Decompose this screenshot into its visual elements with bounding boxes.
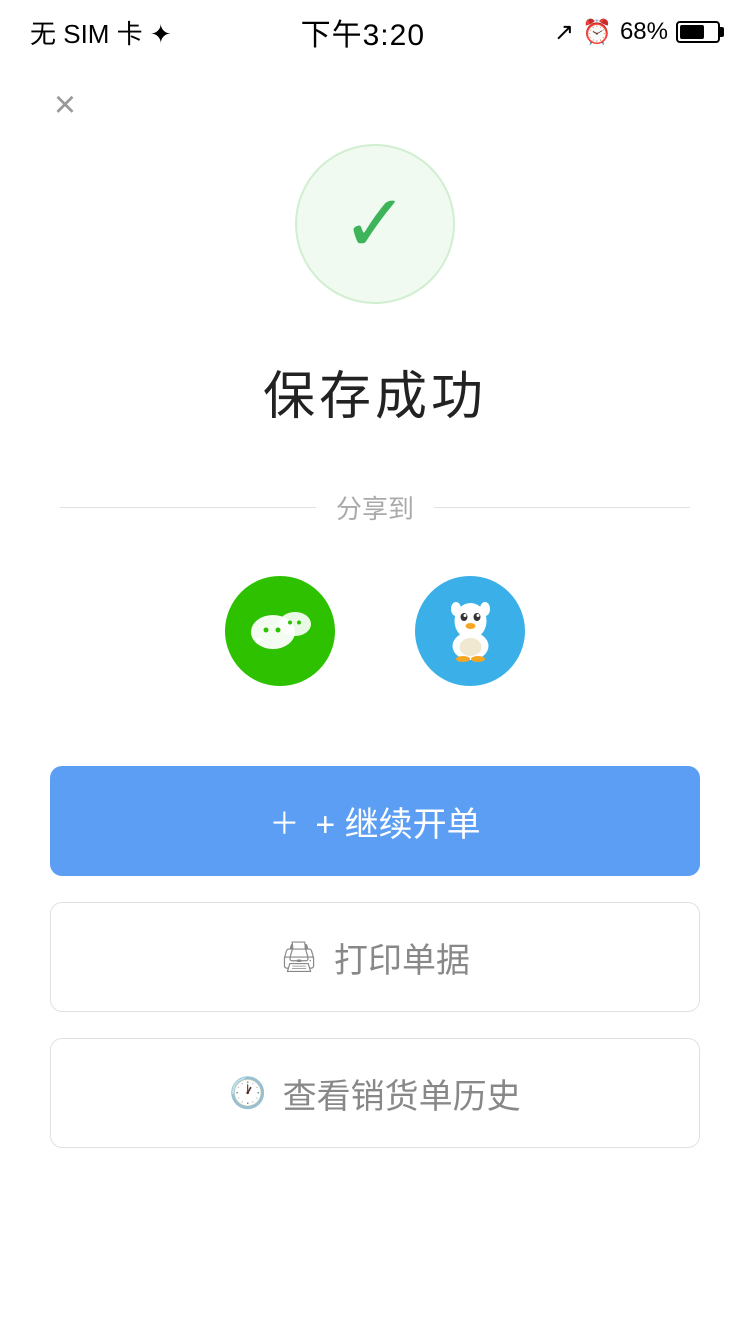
battery-icon (676, 21, 720, 43)
status-bar: 无 SIM 卡 ✦ 下午3:20 ↗ ⏰ 68% (0, 0, 750, 64)
success-circle: ✓ (295, 144, 455, 304)
alarm-icon: ⏰ (582, 18, 612, 47)
plus-icon: ＋ (269, 799, 299, 843)
history-label: 查看销货单历史 (283, 1069, 521, 1118)
action-buttons: ＋ + 继续开单 🖨 打印单据 🕐 查看销货单历史 (0, 766, 750, 1148)
main-content: ✓ 保存成功 分享到 (0, 64, 750, 1148)
close-button[interactable]: × (40, 80, 90, 130)
continue-button[interactable]: ＋ + 继续开单 (50, 766, 700, 876)
share-divider: 分享到 (0, 489, 750, 526)
wechat-icon (248, 604, 313, 659)
qq-icon (443, 599, 498, 664)
status-right: ↗ ⏰ 68% (554, 18, 720, 47)
continue-label: + 继续开单 (315, 797, 480, 846)
divider-line-right (434, 507, 690, 508)
wechat-share-button[interactable] (225, 576, 335, 686)
divider-line-left (60, 507, 316, 508)
clock-icon: 🕐 (229, 1076, 266, 1111)
history-button[interactable]: 🕐 查看销货单历史 (50, 1038, 700, 1148)
battery-percent: 68% (620, 18, 668, 46)
status-left: 无 SIM 卡 ✦ (30, 14, 172, 51)
location-icon: ↗ (554, 18, 574, 47)
print-button[interactable]: 🖨 打印单据 (50, 902, 700, 1012)
close-icon: × (54, 86, 76, 124)
print-icon: 🖨 (280, 940, 318, 975)
print-label: 打印单据 (334, 933, 470, 982)
status-time: 下午3:20 (301, 10, 425, 54)
sim-status: 无 SIM 卡 ✦ (30, 14, 172, 51)
battery-fill (680, 25, 704, 39)
checkmark-icon: ✓ (341, 184, 408, 264)
share-icons (225, 576, 525, 686)
share-label: 分享到 (336, 489, 414, 526)
success-title: 保存成功 (263, 354, 487, 429)
qq-share-button[interactable] (415, 576, 525, 686)
